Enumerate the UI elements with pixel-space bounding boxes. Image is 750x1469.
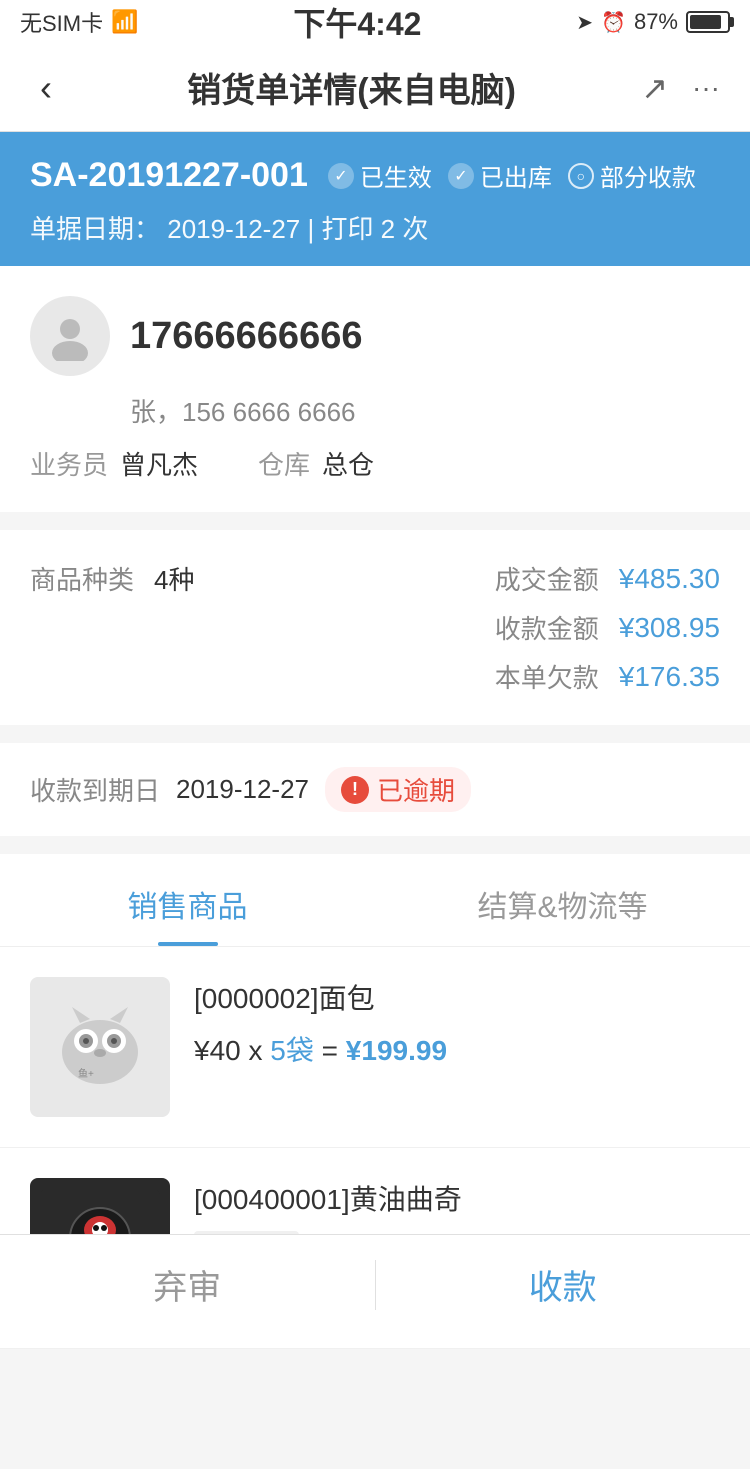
product-qty-1: 5袋	[270, 1035, 321, 1066]
customer-section: 17666666666 张，156 6666 6666 业务员 曾凡杰 仓库 总…	[0, 266, 750, 512]
status-right: ➤ ⏰ 87%	[576, 9, 730, 35]
sales-info: 业务员 曾凡杰	[30, 445, 198, 482]
clock-icon: ○	[568, 163, 594, 189]
check-icon-2: ✓	[448, 163, 474, 189]
product-item: 鱼+ [0000002]面包 ¥40 x 5袋 = ¥199.99	[0, 947, 750, 1148]
debt-label: 本单欠款	[495, 658, 599, 695]
due-section: 收款到期日 2019-12-27 ! 已逾期	[0, 743, 750, 836]
sales-label: 业务员	[30, 445, 108, 482]
customer-name: 17666666666	[130, 315, 362, 358]
customer-row: 17666666666	[30, 296, 720, 376]
bottom-spacer	[0, 1349, 750, 1469]
badge-activated: ✓ 已生效	[328, 158, 432, 193]
order-id: SA-20191227-001	[30, 156, 308, 195]
type-label: 商品种类	[30, 560, 134, 597]
status-left: 无SIM卡 📶	[20, 6, 139, 38]
tab-settlement[interactable]: 结算&物流等	[375, 854, 750, 946]
tab-sales-products[interactable]: 销售商品	[0, 854, 375, 946]
summary-row: 商品种类 4种 成交金额 ¥485.30 收款金额 ¥308.95 本单欠款 ¥…	[30, 560, 720, 695]
battery-icon	[686, 11, 730, 33]
warehouse-label: 仓库	[258, 445, 310, 482]
debt-row: 本单欠款 ¥176.35	[495, 658, 720, 695]
product-name-1: [0000002]面包	[194, 977, 720, 1017]
product-total-1: ¥199.99	[346, 1035, 447, 1066]
tabs-container: 销售商品 结算&物流等	[0, 854, 750, 947]
transaction-row: 成交金额 ¥485.30	[495, 560, 720, 597]
confirm-button[interactable]: 收款	[376, 1235, 750, 1334]
warehouse-info: 仓库 总仓	[258, 445, 374, 482]
badge-partial: ○ 部分收款	[568, 158, 696, 193]
summary-left: 商品种类 4种	[30, 560, 194, 597]
page-title: 销货单详情(来自电脑)	[187, 63, 516, 112]
more-button[interactable]: ···	[692, 72, 720, 104]
customer-meta: 业务员 曾凡杰 仓库 总仓	[30, 445, 720, 482]
customer-avatar	[30, 296, 110, 376]
overdue-text: 已逾期	[377, 771, 455, 808]
receipt-label: 收款金额	[495, 609, 599, 646]
divider-2	[0, 727, 750, 743]
warehouse-value: 总仓	[322, 445, 374, 482]
debt-value: ¥176.35	[619, 661, 720, 693]
transaction-value: ¥485.30	[619, 563, 720, 595]
customer-info: 张，156 6666 6666	[30, 392, 720, 429]
product-name-2: [000400001]黄油曲奇	[194, 1178, 720, 1218]
no-sim-text: 无SIM卡	[20, 6, 103, 38]
due-date: 2019-12-27	[176, 774, 309, 805]
summary-section: 商品种类 4种 成交金额 ¥485.30 收款金额 ¥308.95 本单欠款 ¥…	[0, 530, 750, 725]
banner-badges: ✓ 已生效 ✓ 已出库 ○ 部分收款	[328, 158, 696, 193]
overdue-badge: ! 已逾期	[325, 767, 471, 812]
battery-text: 87%	[634, 9, 678, 35]
svg-text:鱼+: 鱼+	[78, 1067, 94, 1080]
status-time: 下午4:42	[293, 0, 421, 45]
divider-3	[0, 838, 750, 854]
wifi-icon: 📶	[111, 9, 138, 35]
nav-actions: ↗︎ ···	[641, 69, 720, 107]
sales-value: 曾凡杰	[120, 445, 198, 482]
product-image-1: 鱼+	[30, 977, 170, 1117]
banner-date: 单据日期： 2019-12-27 | 打印 2 次	[30, 209, 720, 246]
cancel-button[interactable]: 弃审	[0, 1235, 375, 1334]
alarm-icon: ⏰	[601, 10, 626, 35]
overdue-icon: !	[341, 776, 369, 804]
type-count: 4种	[154, 560, 194, 597]
nav-bar: ‹ 销货单详情(来自电脑) ↗︎ ···	[0, 44, 750, 132]
bottom-bar: 弃审 收款	[0, 1234, 750, 1334]
product-price-1: ¥40 x 5袋 = ¥199.99	[194, 1029, 720, 1069]
owl-icon: 鱼+	[50, 997, 150, 1097]
badge-shipped: ✓ 已出库	[448, 158, 552, 193]
due-label: 收款到期日	[30, 771, 160, 808]
location-icon: ➤	[576, 10, 593, 35]
divider-1	[0, 514, 750, 530]
receipt-value: ¥308.95	[619, 612, 720, 644]
status-bar: 无SIM卡 📶 下午4:42 ➤ ⏰ 87%	[0, 0, 750, 44]
header-banner: SA-20191227-001 ✓ 已生效 ✓ 已出库 ○ 部分收款 单据日期：…	[0, 132, 750, 266]
transaction-label: 成交金额	[495, 560, 599, 597]
product-info-1: [0000002]面包 ¥40 x 5袋 = ¥199.99	[194, 977, 720, 1069]
check-icon-1: ✓	[328, 163, 354, 189]
tab-underline	[158, 942, 218, 946]
share-button[interactable]: ↗︎	[641, 69, 668, 107]
receipt-row: 收款金额 ¥308.95	[495, 609, 720, 646]
avatar-icon	[45, 311, 95, 361]
back-button[interactable]: ‹	[30, 57, 62, 119]
summary-right: 成交金额 ¥485.30 收款金额 ¥308.95 本单欠款 ¥176.35	[495, 560, 720, 695]
